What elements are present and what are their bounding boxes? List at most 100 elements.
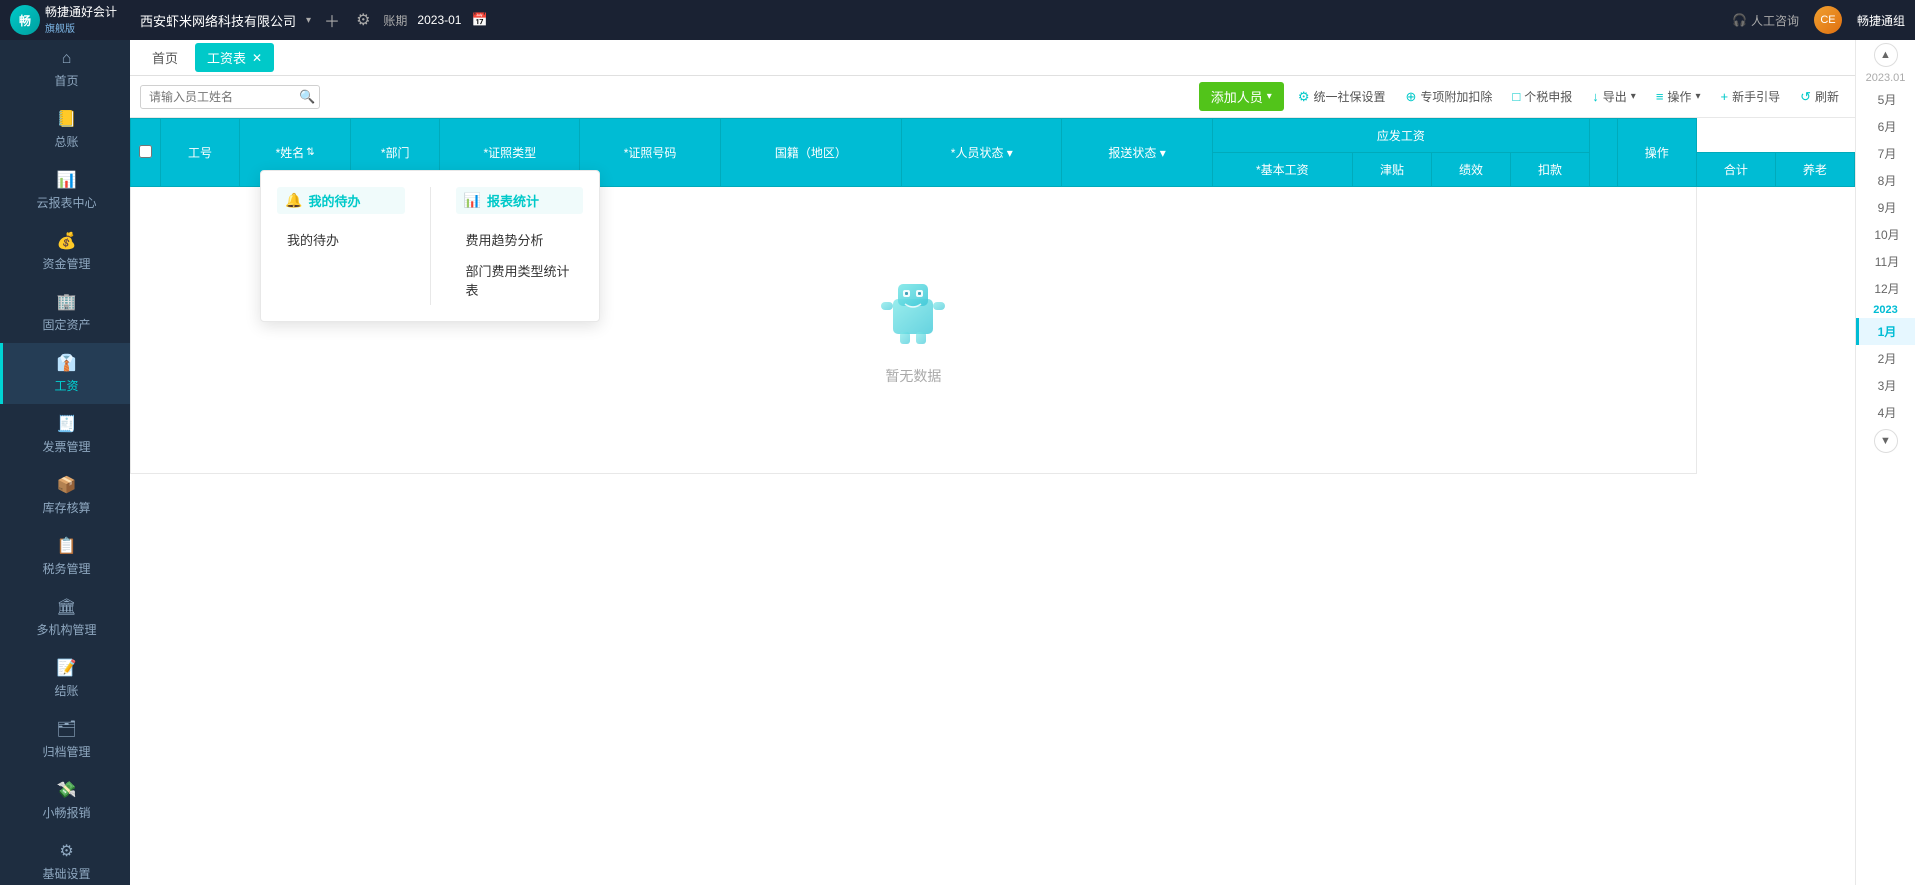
export-icon: ↓ (1592, 89, 1599, 104)
sidebar-item-multi-org[interactable]: 🏛 多机构管理 (0, 587, 130, 648)
th-deductions-group (1590, 119, 1618, 187)
operations-button[interactable]: ≡ 操作 ▾ (1650, 84, 1707, 109)
headset-icon: 🎧 (1732, 13, 1747, 27)
timeline-month-4[interactable]: 4月 (1856, 399, 1915, 426)
timeline-month-10[interactable]: 10月 (1856, 221, 1915, 248)
select-all-checkbox[interactable] (139, 145, 152, 158)
search-box: 🔍 (140, 85, 320, 109)
close-period-icon: 📝 (57, 658, 77, 678)
social-insurance-label: 统一社保设置 (1313, 88, 1385, 105)
sidebar-item-tax[interactable]: 📋 税务管理 (0, 526, 130, 587)
assets-icon: 🏢 (57, 292, 77, 312)
timeline-month-8[interactable]: 8月 (1856, 167, 1915, 194)
home-icon: ⌂ (62, 50, 72, 68)
sidebar-item-invoice[interactable]: 🧾 发票管理 (0, 404, 130, 465)
sidebar-item-inventory[interactable]: 📦 库存核算 (0, 465, 130, 526)
user-initials: CE (1820, 14, 1835, 26)
logo-area: 畅 畅捷通好会计 旗舰版 (10, 5, 130, 35)
top-bar: 畅 畅捷通好会计 旗舰版 西安虾米网络科技有限公司 ▾ ＋ ⚙ 账期 2023-… (0, 0, 1915, 40)
social-insurance-icon: ⚙ (1298, 89, 1310, 105)
th-deductions: 扣款 (1511, 153, 1590, 187)
timeline-month-3[interactable]: 3月 (1856, 372, 1915, 399)
operations-icon: ≡ (1656, 89, 1664, 104)
sidebar-item-report[interactable]: 📊 云报表中心 (0, 160, 130, 221)
timeline-panel: ▲ 2023.01 5月 6月 7月 8月 9月 10月 11月 12月 202… (1855, 40, 1915, 885)
sidebar-item-archive[interactable]: 🗂 归档管理 (0, 709, 130, 770)
sidebar-item-settings[interactable]: ⚙ 基础设置 (0, 831, 130, 885)
refresh-button[interactable]: ↺ 刷新 (1794, 84, 1845, 109)
timeline-month-6[interactable]: 6月 (1856, 113, 1915, 140)
export-label: 导出 (1603, 88, 1627, 105)
tab-salary[interactable]: 工资表 ✕ (195, 43, 274, 72)
timeline-month-12[interactable]: 12月 (1856, 275, 1915, 302)
submit-status-filter-icon[interactable]: ▾ (1160, 146, 1166, 160)
sidebar-label-inventory: 库存核算 (42, 499, 90, 516)
popup-col-todo: 🔔 我的待办 我的待办 (277, 187, 405, 305)
calendar-icon[interactable]: 📅 (471, 12, 487, 28)
help-button[interactable]: 🎧 人工咨询 (1732, 12, 1799, 29)
timeline-month-9[interactable]: 9月 (1856, 194, 1915, 221)
tab-home[interactable]: 首页 (140, 43, 190, 72)
sidebar-item-finance[interactable]: 💰 资金管理 (0, 221, 130, 282)
select-all-header[interactable] (131, 119, 161, 187)
refresh-label: 刷新 (1815, 88, 1839, 105)
timeline-month-5[interactable]: 5月 (1856, 86, 1915, 113)
sort-name-icon: ⇅ (306, 147, 314, 158)
sidebar-item-close-period[interactable]: 📝 结账 (0, 648, 130, 709)
sidebar-label-expense: 小畅报销 (42, 804, 90, 821)
th-person-status[interactable]: *人员状态 ▾ (902, 119, 1062, 187)
period-value[interactable]: 2023-01 (417, 13, 461, 27)
timeline-month-1[interactable]: 1月 (1856, 318, 1915, 345)
popup-divider (430, 187, 431, 305)
company-dropdown-icon[interactable]: ▾ (306, 15, 311, 26)
sidebar-label-tax: 税务管理 (42, 560, 90, 577)
sidebar-label-archive: 归档管理 (42, 743, 90, 760)
timeline-down-button[interactable]: ▼ (1874, 429, 1898, 453)
tax-declaration-button[interactable]: □ 个税申报 (1506, 84, 1578, 109)
export-button[interactable]: ↓ 导出 ▾ (1586, 84, 1642, 109)
company-name[interactable]: 西安虾米网络科技有限公司 (140, 11, 296, 30)
timeline-month-7[interactable]: 7月 (1856, 140, 1915, 167)
timeline-up-button[interactable]: ▲ (1874, 43, 1898, 67)
sidebar-item-home[interactable]: ⌂ 首页 (0, 40, 130, 99)
sidebar-item-expense[interactable]: 💸 小畅报销 (0, 770, 130, 831)
sidebar-item-assets[interactable]: 🏢 固定资产 (0, 282, 130, 343)
user-name[interactable]: 畅捷通组 (1857, 12, 1905, 29)
sidebar: ⌂ 首页 📒 总账 📊 云报表中心 💰 资金管理 🏢 固定资产 👔 工资 🧾 发… (0, 40, 130, 885)
operations-dropdown-icon: ▾ (1695, 91, 1700, 102)
sidebar-label-salary: 工资 (54, 377, 78, 394)
timeline-month-11[interactable]: 11月 (1856, 248, 1915, 275)
logo-text: 畅捷通好会计 (45, 5, 117, 19)
th-pension: 养老 (1775, 153, 1854, 187)
tax-declaration-icon: □ (1512, 89, 1520, 104)
popup-item-dept-expense[interactable]: 部门费用类型统计表 (456, 255, 584, 305)
sidebar-item-salary[interactable]: 👔 工资 (0, 343, 130, 404)
person-status-filter-icon[interactable]: ▾ (1007, 146, 1013, 160)
popup-item-expense-trend[interactable]: 费用趋势分析 (456, 224, 584, 255)
settings-sidebar-icon: ⚙ (59, 841, 73, 861)
th-name-sort[interactable]: *姓名 ⇅ (276, 144, 315, 161)
search-icon[interactable]: 🔍 (299, 89, 315, 105)
sidebar-label-multi-org: 多机构管理 (36, 621, 96, 638)
sidebar-label-home: 首页 (54, 72, 78, 89)
close-tab-icon[interactable]: ✕ (252, 51, 262, 65)
empty-state-icon (873, 274, 953, 354)
logo-icon: 畅 (10, 5, 40, 35)
sidebar-item-ledger[interactable]: 📒 总账 (0, 99, 130, 160)
timeline-month-2[interactable]: 2月 (1856, 345, 1915, 372)
content-area: 首页 工资表 ✕ 🔍 添加人员 ▾ ⚙ 统一社保设置 ⊕ 专项附 (130, 40, 1855, 885)
special-deduction-button[interactable]: ⊕ 专项附加扣除 (1399, 84, 1498, 109)
search-input[interactable] (149, 90, 299, 104)
social-insurance-button[interactable]: ⚙ 统一社保设置 (1292, 84, 1392, 109)
toolbar: 🔍 添加人员 ▾ ⚙ 统一社保设置 ⊕ 专项附加扣除 □ 个税申报 ↓ 导出 (130, 76, 1855, 118)
tax-icon: 📋 (57, 536, 77, 556)
guide-button[interactable]: + 新手引导 (1714, 84, 1786, 109)
popup-todo-label: 我的待办 (308, 191, 360, 210)
th-total: 合计 (1696, 153, 1775, 187)
settings-button[interactable]: ⚙ (353, 7, 373, 33)
add-person-button[interactable]: 添加人员 ▾ (1199, 82, 1284, 111)
popup-item-my-todo[interactable]: 我的待办 (277, 224, 405, 255)
sidebar-label-invoice: 发票管理 (42, 438, 90, 455)
th-submit-status[interactable]: 报送状态 ▾ (1062, 119, 1212, 187)
add-company-button[interactable]: ＋ (321, 5, 343, 35)
